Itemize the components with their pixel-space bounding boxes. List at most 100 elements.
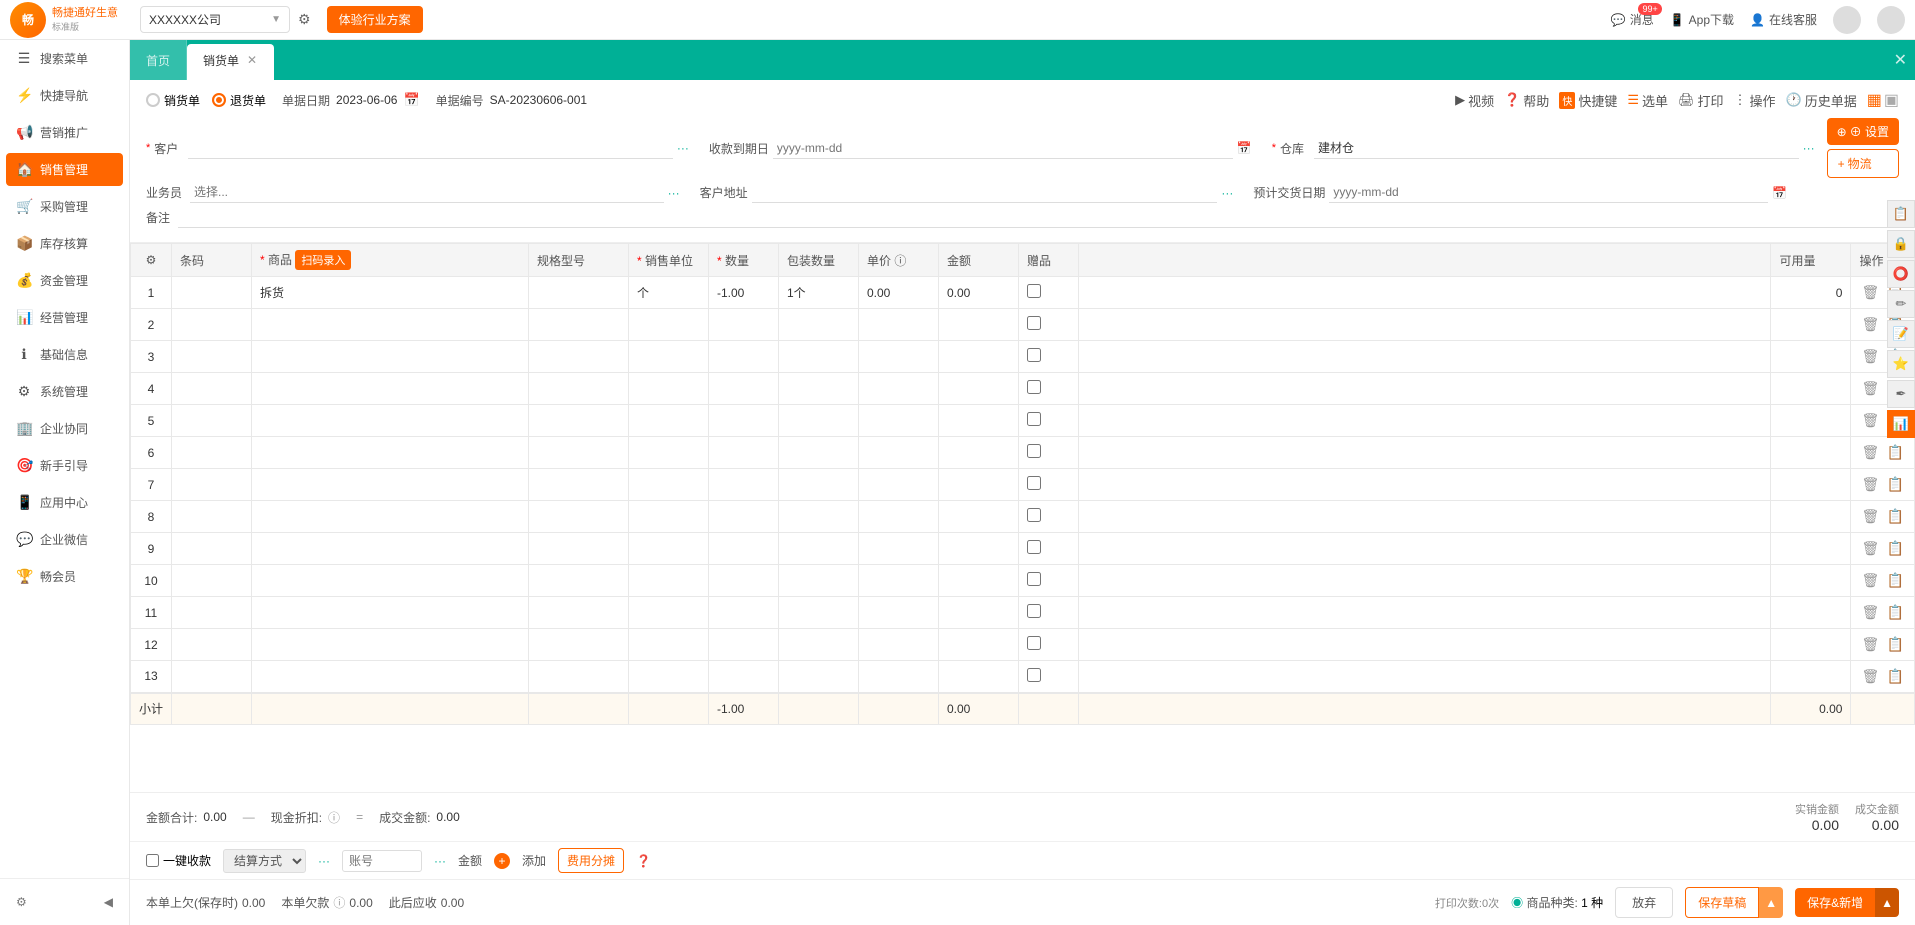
- row-barcode-11[interactable]: [172, 629, 252, 661]
- payment-cal-icon[interactable]: 📅: [1237, 141, 1252, 155]
- gift-checkbox-7[interactable]: [1027, 508, 1041, 522]
- row-goods-8[interactable]: [252, 533, 529, 565]
- row-spec-6[interactable]: [528, 469, 628, 501]
- logistics-button[interactable]: + 物流: [1827, 149, 1899, 178]
- gift-checkbox-11[interactable]: [1027, 636, 1041, 650]
- row-pkgqty-10[interactable]: [778, 597, 858, 629]
- video-button[interactable]: ▶ 视频: [1455, 91, 1494, 110]
- sidebar-item-inventory[interactable]: 📦 库存核算: [0, 225, 129, 262]
- row-price-5[interactable]: [858, 437, 938, 469]
- row-goods-12[interactable]: [252, 661, 529, 693]
- messages-button[interactable]: 💬 消息 99+: [1611, 11, 1654, 28]
- row-price-7[interactable]: [858, 501, 938, 533]
- gift-checkbox-10[interactable]: [1027, 604, 1041, 618]
- sidebar-item-search-order[interactable]: ☰ 搜索菜单: [0, 40, 129, 77]
- ops-button[interactable]: ⋮ 操作: [1734, 91, 1776, 110]
- row-spec-2[interactable]: [528, 341, 628, 373]
- row-amount-0[interactable]: 0.00: [938, 277, 1018, 309]
- row-gift-4[interactable]: [1018, 405, 1078, 437]
- tab-close-icon[interactable]: ✕: [247, 53, 257, 67]
- row-price-6[interactable]: [858, 469, 938, 501]
- row-amount-7[interactable]: [938, 501, 1018, 533]
- row-qty-11[interactable]: [708, 629, 778, 661]
- sidebar-item-sales[interactable]: 🏠 销售管理: [6, 153, 123, 186]
- scan-button[interactable]: 扫码录入: [295, 250, 351, 270]
- delivery-date-input[interactable]: [1329, 182, 1768, 203]
- dots-icon-account[interactable]: ···: [434, 854, 446, 868]
- gift-checkbox-4[interactable]: [1027, 412, 1041, 426]
- salesperson-dots-icon[interactable]: ···: [668, 186, 680, 200]
- add-payment-button[interactable]: +: [494, 853, 510, 869]
- delete-icon-12[interactable]: 🗑: [1861, 668, 1879, 684]
- row-goods-0[interactable]: 拆货: [252, 277, 529, 309]
- one-click-pay-check[interactable]: [146, 854, 159, 867]
- float-btn-3[interactable]: ⭕: [1887, 260, 1915, 288]
- row-amount-1[interactable]: [938, 309, 1018, 341]
- row-goods-3[interactable]: [252, 373, 529, 405]
- customer-dots-icon[interactable]: ···: [677, 141, 689, 155]
- row-amount-2[interactable]: [938, 341, 1018, 373]
- row-spec-1[interactable]: [528, 309, 628, 341]
- row-price-11[interactable]: [858, 629, 938, 661]
- gift-checkbox-0[interactable]: [1027, 284, 1041, 298]
- filter-button[interactable]: ☰ 选单: [1627, 91, 1668, 110]
- row-price-1[interactable]: [858, 309, 938, 341]
- dots-icon-payment[interactable]: ···: [318, 854, 330, 868]
- row-gift-8[interactable]: [1018, 533, 1078, 565]
- customer-input[interactable]: [188, 138, 673, 159]
- sidebar-item-capital[interactable]: 💰 资金管理: [0, 262, 129, 299]
- row-unit-1[interactable]: [628, 309, 708, 341]
- row-barcode-1[interactable]: [172, 309, 252, 341]
- delete-icon-7[interactable]: 🗑: [1861, 508, 1879, 524]
- row-amount-5[interactable]: [938, 437, 1018, 469]
- row-gift-2[interactable]: [1018, 341, 1078, 373]
- row-pkgqty-9[interactable]: [778, 565, 858, 597]
- row-goods-1[interactable]: [252, 309, 529, 341]
- delivery-cal-icon[interactable]: 📅: [1772, 186, 1787, 200]
- row-qty-1[interactable]: [708, 309, 778, 341]
- row-goods-4[interactable]: [252, 405, 529, 437]
- row-unit-10[interactable]: [628, 597, 708, 629]
- company-settings-icon[interactable]: ⚙: [298, 11, 311, 28]
- delete-icon-8[interactable]: 🗑: [1861, 540, 1879, 556]
- discount-info-icon[interactable]: ⓘ: [328, 809, 340, 826]
- row-unit-8[interactable]: [628, 533, 708, 565]
- row-pkgqty-2[interactable]: [778, 341, 858, 373]
- row-price-8[interactable]: [858, 533, 938, 565]
- row-barcode-5[interactable]: [172, 437, 252, 469]
- row-pkgqty-11[interactable]: [778, 629, 858, 661]
- delete-icon-3[interactable]: 🗑: [1861, 380, 1879, 396]
- customer-addr-input[interactable]: [752, 182, 1218, 203]
- row-unit-2[interactable]: [628, 341, 708, 373]
- row-gift-12[interactable]: [1018, 661, 1078, 693]
- row-price-4[interactable]: [858, 405, 938, 437]
- row-goods-11[interactable]: [252, 629, 529, 661]
- row-goods-6[interactable]: [252, 469, 529, 501]
- row-pkgqty-7[interactable]: [778, 501, 858, 533]
- trial-button[interactable]: 体验行业方案: [327, 6, 423, 33]
- row-gift-5[interactable]: [1018, 437, 1078, 469]
- row-price-3[interactable]: [858, 373, 938, 405]
- gift-checkbox-8[interactable]: [1027, 540, 1041, 554]
- sidebar-item-wechat[interactable]: 💬 企业微信: [0, 521, 129, 558]
- row-spec-12[interactable]: [528, 661, 628, 693]
- row-spec-8[interactable]: [528, 533, 628, 565]
- row-amount-10[interactable]: [938, 597, 1018, 629]
- print-button[interactable]: 🖨 打印: [1678, 91, 1724, 110]
- gift-checkbox-1[interactable]: [1027, 316, 1041, 330]
- row-goods-9[interactable]: [252, 565, 529, 597]
- row-price-0[interactable]: 0.00: [858, 277, 938, 309]
- row-barcode-7[interactable]: [172, 501, 252, 533]
- gift-checkbox-12[interactable]: [1027, 668, 1041, 682]
- delete-icon-9[interactable]: 🗑: [1861, 572, 1879, 588]
- calendar-icon[interactable]: 📅: [403, 92, 419, 108]
- row-amount-8[interactable]: [938, 533, 1018, 565]
- copy-icon-7[interactable]: 📋: [1887, 508, 1904, 524]
- sidebar-item-quick-nav[interactable]: ⚡ 快捷导航: [0, 77, 129, 114]
- row-price-2[interactable]: [858, 341, 938, 373]
- sidebar-item-marketing[interactable]: 📢 营销推广: [0, 114, 129, 151]
- row-barcode-0[interactable]: [172, 277, 252, 309]
- row-price-10[interactable]: [858, 597, 938, 629]
- row-qty-4[interactable]: [708, 405, 778, 437]
- user-avatar-2[interactable]: [1877, 6, 1905, 34]
